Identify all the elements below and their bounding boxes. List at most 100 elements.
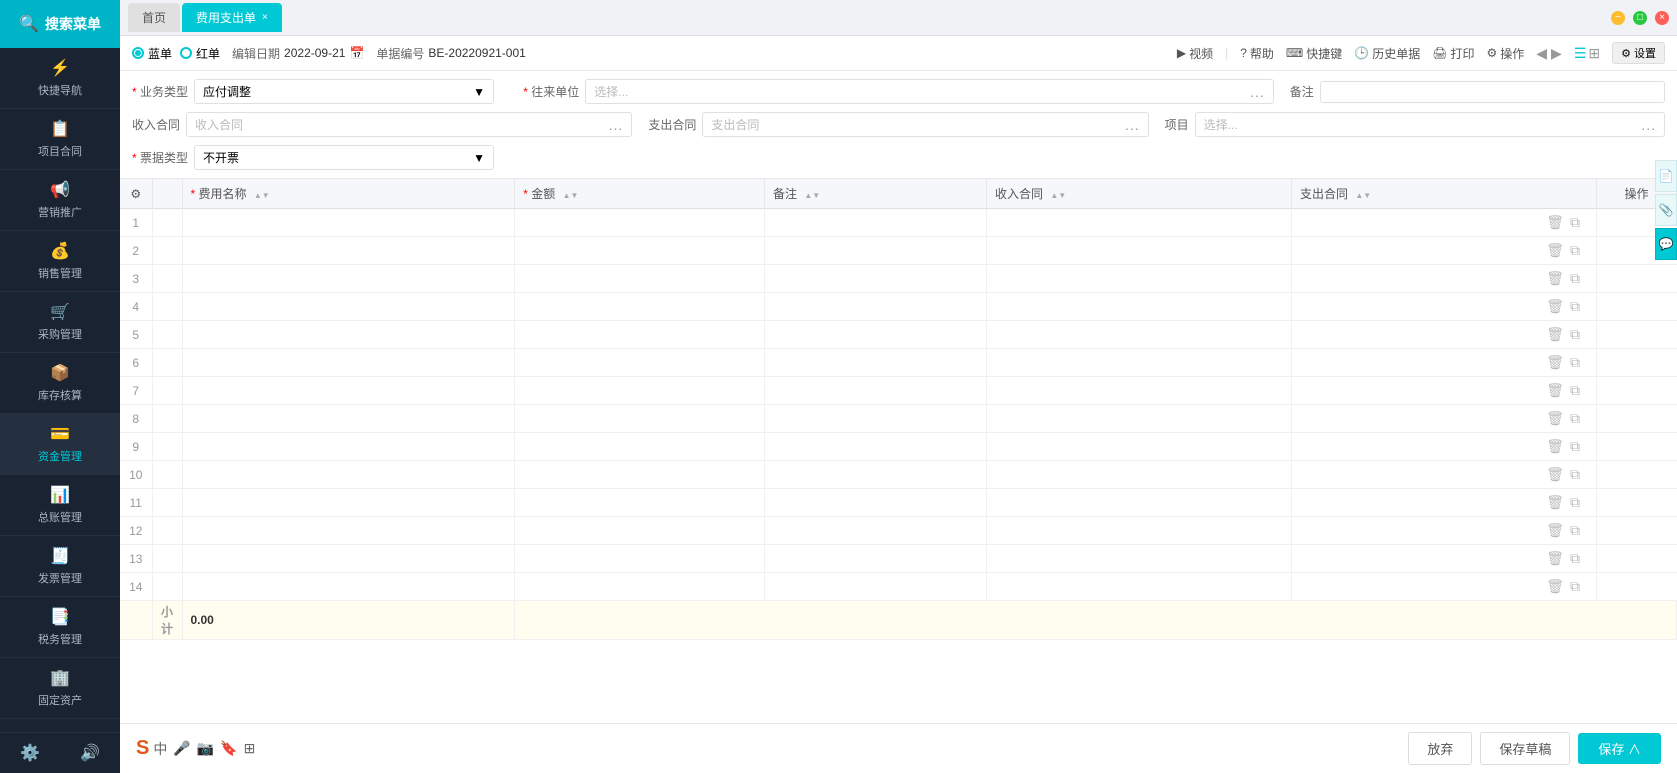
- right-tool-attach[interactable]: 📎: [1655, 194, 1677, 226]
- copy-icon[interactable]: ⧉: [1570, 522, 1580, 539]
- delete-icon[interactable]: 🗑: [1546, 298, 1564, 315]
- video-button[interactable]: ▶ 视频: [1177, 45, 1213, 62]
- print-button[interactable]: 🖨 打印: [1432, 45, 1474, 62]
- cell[interactable]: [182, 265, 515, 293]
- sidebar-item-marketing[interactable]: 📢 营销推广: [0, 170, 120, 231]
- cell[interactable]: [152, 545, 182, 573]
- delete-icon[interactable]: 🗑: [1546, 578, 1564, 595]
- cell[interactable]: [764, 517, 986, 545]
- expense-contract-select[interactable]: 支出合同 ...: [702, 112, 1148, 137]
- right-tool-doc[interactable]: 📄: [1655, 160, 1677, 192]
- zhong-icon[interactable]: 中: [153, 739, 167, 759]
- cell[interactable]: [182, 321, 515, 349]
- grid-icon[interactable]: ⊞: [244, 740, 256, 757]
- sidebar-header[interactable]: 🔍 搜索菜单: [0, 0, 120, 48]
- cell[interactable]: [764, 265, 986, 293]
- cell[interactable]: [764, 433, 986, 461]
- copy-icon[interactable]: ⧉: [1570, 354, 1580, 371]
- col-income-contract[interactable]: 收入合同 ▲▼: [986, 179, 1291, 209]
- col-amount[interactable]: * 金额 ▲▼: [515, 179, 765, 209]
- sidebar-item-sales[interactable]: 💰 销售管理: [0, 231, 120, 292]
- window-maximize-button[interactable]: □: [1633, 11, 1647, 25]
- project-select[interactable]: 选择... ...: [1195, 112, 1665, 137]
- discard-button[interactable]: 放弃: [1408, 732, 1472, 765]
- history-button[interactable]: 🕒 历史单据: [1354, 45, 1420, 62]
- sidebar-item-quick-nav[interactable]: ⚡ 快捷导航: [0, 48, 120, 109]
- cell[interactable]: [182, 433, 515, 461]
- copy-icon[interactable]: ⧉: [1570, 578, 1580, 595]
- col-expense-contract[interactable]: 支出合同 ▲▼: [1291, 179, 1596, 209]
- cell[interactable]: [986, 433, 1291, 461]
- delete-icon[interactable]: 🗑: [1546, 494, 1564, 511]
- cell[interactable]: [515, 545, 765, 573]
- operations-button[interactable]: ⚙ 操作: [1486, 45, 1524, 62]
- cell[interactable]: [515, 209, 765, 237]
- cell[interactable]: [764, 349, 986, 377]
- tab-home[interactable]: 首页: [128, 3, 180, 32]
- col-gear[interactable]: ⚙: [120, 179, 152, 209]
- delete-icon[interactable]: 🗑: [1546, 354, 1564, 371]
- cell[interactable]: [182, 545, 515, 573]
- settings-icon[interactable]: ⚙️: [20, 743, 40, 763]
- cell[interactable]: [764, 545, 986, 573]
- tab-expense[interactable]: 费用支出单 ×: [182, 3, 282, 32]
- cell[interactable]: [986, 209, 1291, 237]
- cell[interactable]: [182, 573, 515, 601]
- camera-icon[interactable]: 📷: [197, 740, 214, 757]
- sidebar-item-inventory[interactable]: 📦 库存核算: [0, 353, 120, 414]
- counterpart-dots-button[interactable]: ...: [1250, 84, 1265, 100]
- cell[interactable]: [152, 293, 182, 321]
- cell[interactable]: [986, 517, 1291, 545]
- tab-close-icon[interactable]: ×: [262, 12, 268, 23]
- cell[interactable]: [764, 489, 986, 517]
- delete-icon[interactable]: 🗑: [1546, 410, 1564, 427]
- cell[interactable]: [986, 461, 1291, 489]
- cell[interactable]: [764, 321, 986, 349]
- cell[interactable]: [152, 489, 182, 517]
- cell[interactable]: [986, 573, 1291, 601]
- counterpart-select[interactable]: 选择... ...: [585, 79, 1273, 104]
- next-arrow[interactable]: ▶: [1551, 45, 1562, 62]
- copy-icon[interactable]: ⧉: [1570, 494, 1580, 511]
- cell[interactable]: [764, 461, 986, 489]
- cell[interactable]: [515, 377, 765, 405]
- cell[interactable]: [515, 293, 765, 321]
- cell[interactable]: [182, 237, 515, 265]
- cell[interactable]: [515, 489, 765, 517]
- cell[interactable]: [152, 433, 182, 461]
- cell[interactable]: [764, 237, 986, 265]
- col-remark[interactable]: 备注 ▲▼: [764, 179, 986, 209]
- copy-icon[interactable]: ⧉: [1570, 326, 1580, 343]
- expense-contract-dots[interactable]: ...: [1125, 117, 1140, 133]
- save-button[interactable]: 保存 ∧: [1578, 733, 1661, 764]
- cell[interactable]: [515, 405, 765, 433]
- cell[interactable]: [182, 489, 515, 517]
- cell[interactable]: [986, 349, 1291, 377]
- cell[interactable]: [152, 209, 182, 237]
- cell[interactable]: [515, 517, 765, 545]
- cell[interactable]: [986, 405, 1291, 433]
- cell[interactable]: [182, 461, 515, 489]
- cell[interactable]: [182, 209, 515, 237]
- cell[interactable]: [182, 517, 515, 545]
- cell[interactable]: [986, 377, 1291, 405]
- list-view-icon[interactable]: ☰: [1574, 45, 1587, 62]
- cell[interactable]: [182, 377, 515, 405]
- remark-input[interactable]: [1320, 81, 1665, 103]
- cell[interactable]: [152, 405, 182, 433]
- radio-red[interactable]: 红单: [180, 45, 220, 62]
- income-contract-dots[interactable]: ...: [609, 117, 624, 133]
- cell[interactable]: [515, 433, 765, 461]
- cell[interactable]: [152, 517, 182, 545]
- cell[interactable]: [764, 209, 986, 237]
- settings-button[interactable]: ⚙ 设置: [1612, 42, 1665, 64]
- cell[interactable]: [764, 405, 986, 433]
- cell[interactable]: [515, 237, 765, 265]
- cell[interactable]: [152, 237, 182, 265]
- cell[interactable]: [182, 349, 515, 377]
- cell[interactable]: [152, 377, 182, 405]
- cell[interactable]: [515, 461, 765, 489]
- col-expense-name[interactable]: * 费用名称 ▲▼: [182, 179, 515, 209]
- window-close-button[interactable]: ×: [1655, 11, 1669, 25]
- cell[interactable]: [152, 461, 182, 489]
